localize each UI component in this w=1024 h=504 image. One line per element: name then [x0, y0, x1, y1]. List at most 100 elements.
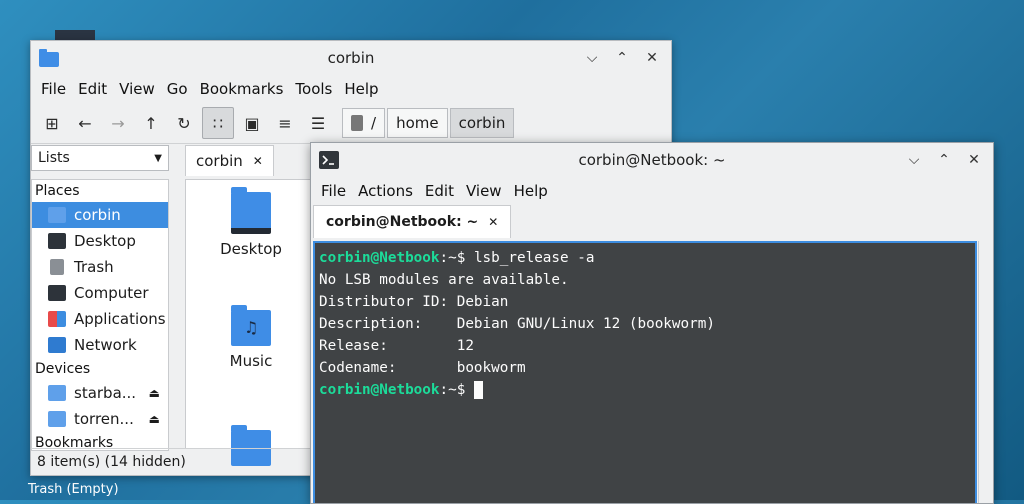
- breadcrumb-corbin[interactable]: corbin: [449, 108, 515, 138]
- eject-icon[interactable]: ⏏: [149, 386, 160, 400]
- tab-label: corbin: [196, 152, 243, 170]
- command-text: :~$ lsb_release -a: [439, 250, 595, 266]
- compact-view-icon[interactable]: ≡: [270, 108, 300, 138]
- drive-icon: [48, 385, 66, 401]
- tab-terminal[interactable]: corbin@Netbook: ~ ✕: [313, 205, 512, 238]
- term-menubar: File Actions Edit View Help: [311, 177, 993, 205]
- menu-help[interactable]: Help: [338, 80, 384, 98]
- minimize-icon[interactable]: ⌵: [901, 147, 927, 173]
- status-text: 8 item(s) (14 hidden): [37, 454, 186, 470]
- breadcrumb-root[interactable]: /: [342, 108, 386, 138]
- eject-icon[interactable]: ⏏: [149, 412, 160, 426]
- term-titlebar[interactable]: corbin@Netbook: ~ ⌵ ⌃ ✕: [311, 143, 993, 177]
- menu-edit[interactable]: Edit: [419, 182, 460, 200]
- places-list: Places corbin Desktop Trash Computer App…: [31, 179, 169, 451]
- maximize-icon[interactable]: ⌃: [609, 45, 635, 71]
- close-tab-icon[interactable]: ✕: [488, 215, 498, 229]
- place-desktop[interactable]: Desktop: [32, 228, 168, 254]
- close-tab-icon[interactable]: ✕: [253, 154, 263, 168]
- place-label: Applications: [74, 310, 166, 328]
- thumbnail-view-icon[interactable]: ▣: [237, 108, 267, 138]
- terminal-line: Distributor ID: Debian: [319, 294, 509, 310]
- place-trash[interactable]: Trash: [32, 254, 168, 280]
- side-panel-scrollbar[interactable]: [168, 179, 183, 449]
- menu-go[interactable]: Go: [161, 80, 194, 98]
- device-starba[interactable]: starba... ⏏: [32, 380, 168, 406]
- prompt-user-host: corbin@Netbook: [319, 250, 440, 266]
- place-corbin[interactable]: corbin: [32, 202, 168, 228]
- close-icon[interactable]: ✕: [639, 45, 665, 71]
- terminal-output[interactable]: corbin@Netbook:~$ lsb_release -a No LSB …: [313, 241, 977, 503]
- file-item[interactable]: Desktop: [196, 187, 306, 258]
- place-label: Desktop: [74, 232, 136, 250]
- home-icon: [48, 207, 66, 223]
- terminal-scrollbar[interactable]: [978, 241, 993, 503]
- terminal-line: corbin@Netbook:~$: [319, 379, 971, 401]
- drive-icon: [48, 411, 66, 427]
- term-tab-bar: corbin@Netbook: ~ ✕: [311, 205, 993, 239]
- menu-help[interactable]: Help: [508, 182, 554, 200]
- applications-icon: [48, 311, 66, 327]
- place-label: Computer: [74, 284, 149, 302]
- folder-view[interactable]: Desktop ♫ Music: [185, 179, 317, 466]
- tab-corbin[interactable]: corbin ✕: [185, 145, 274, 176]
- forward-icon[interactable]: →: [103, 108, 133, 138]
- device-torren[interactable]: torren... ⏏: [32, 406, 168, 432]
- terminal-line: Release: 12: [319, 338, 474, 354]
- file-item[interactable]: ♫ Music: [196, 305, 306, 370]
- side-panel: Lists ▼ Places corbin Desktop Trash Comp…: [31, 145, 183, 451]
- devices-heading: Devices: [35, 361, 91, 377]
- terminal-app-icon: [319, 151, 339, 173]
- menu-file[interactable]: File: [35, 80, 72, 98]
- terminal-line: No LSB modules are available.: [319, 272, 569, 288]
- desktop-icon: [48, 233, 66, 249]
- file-item-label: Music: [229, 352, 273, 370]
- place-applications[interactable]: Applications: [32, 306, 168, 332]
- back-icon[interactable]: ←: [70, 108, 100, 138]
- menu-edit[interactable]: Edit: [72, 80, 113, 98]
- place-computer[interactable]: Computer: [32, 280, 168, 306]
- breadcrumb-root-label: /: [371, 114, 377, 132]
- music-folder-icon: ♫: [231, 305, 271, 346]
- tab-label: corbin@Netbook: ~: [326, 214, 479, 230]
- drive-root-icon: [351, 115, 363, 131]
- computer-icon: [48, 285, 66, 301]
- fm-menubar: File Edit View Go Bookmarks Tools Help: [31, 75, 671, 103]
- file-item-label: Desktop: [220, 240, 282, 258]
- fm-titlebar[interactable]: corbin ⌵ ⌃ ✕: [31, 41, 671, 75]
- term-window-title: corbin@Netbook: ~: [578, 151, 726, 169]
- menu-view[interactable]: View: [113, 80, 161, 98]
- trash-icon: [50, 259, 64, 275]
- desktop-trash-label[interactable]: Trash (Empty): [28, 482, 119, 497]
- place-label: Trash: [74, 258, 114, 276]
- places-heading: Places: [35, 183, 80, 199]
- minimize-icon[interactable]: ⌵: [579, 45, 605, 71]
- menu-tools[interactable]: Tools: [289, 80, 338, 98]
- prompt-user-host: corbin@Netbook: [319, 382, 440, 398]
- text-cursor: [473, 381, 483, 399]
- fm-toolbar: ⊞ ← → ↑ ↻ ∷ ▣ ≡ ☰ / home corbin: [31, 103, 671, 144]
- folder-app-icon: [39, 49, 59, 71]
- maximize-icon[interactable]: ⌃: [931, 147, 957, 173]
- menu-view[interactable]: View: [460, 182, 508, 200]
- side-panel-mode-value: Lists: [38, 150, 70, 166]
- up-icon[interactable]: ↑: [136, 108, 166, 138]
- desktop-folder-icon: [231, 187, 271, 234]
- place-label: corbin: [74, 206, 121, 224]
- place-network[interactable]: Network: [32, 332, 168, 358]
- terminal-window[interactable]: corbin@Netbook: ~ ⌵ ⌃ ✕ File Actions Edi…: [310, 142, 994, 504]
- fm-tab-bar: corbin ✕: [185, 145, 274, 176]
- detailed-list-icon[interactable]: ☰: [303, 108, 333, 138]
- menu-actions[interactable]: Actions: [352, 182, 419, 200]
- close-icon[interactable]: ✕: [961, 147, 987, 173]
- icon-view-icon[interactable]: ∷: [202, 107, 234, 139]
- command-text: :~$: [439, 382, 474, 398]
- reload-icon[interactable]: ↻: [169, 108, 199, 138]
- breadcrumb-home[interactable]: home: [387, 108, 448, 138]
- place-label: Network: [74, 336, 137, 354]
- side-panel-mode-select[interactable]: Lists ▼: [31, 145, 169, 171]
- menu-file[interactable]: File: [315, 182, 352, 200]
- terminal-line: Description: Debian GNU/Linux 12 (bookwo…: [319, 316, 715, 332]
- menu-bookmarks[interactable]: Bookmarks: [194, 80, 290, 98]
- new-tab-icon[interactable]: ⊞: [37, 108, 67, 138]
